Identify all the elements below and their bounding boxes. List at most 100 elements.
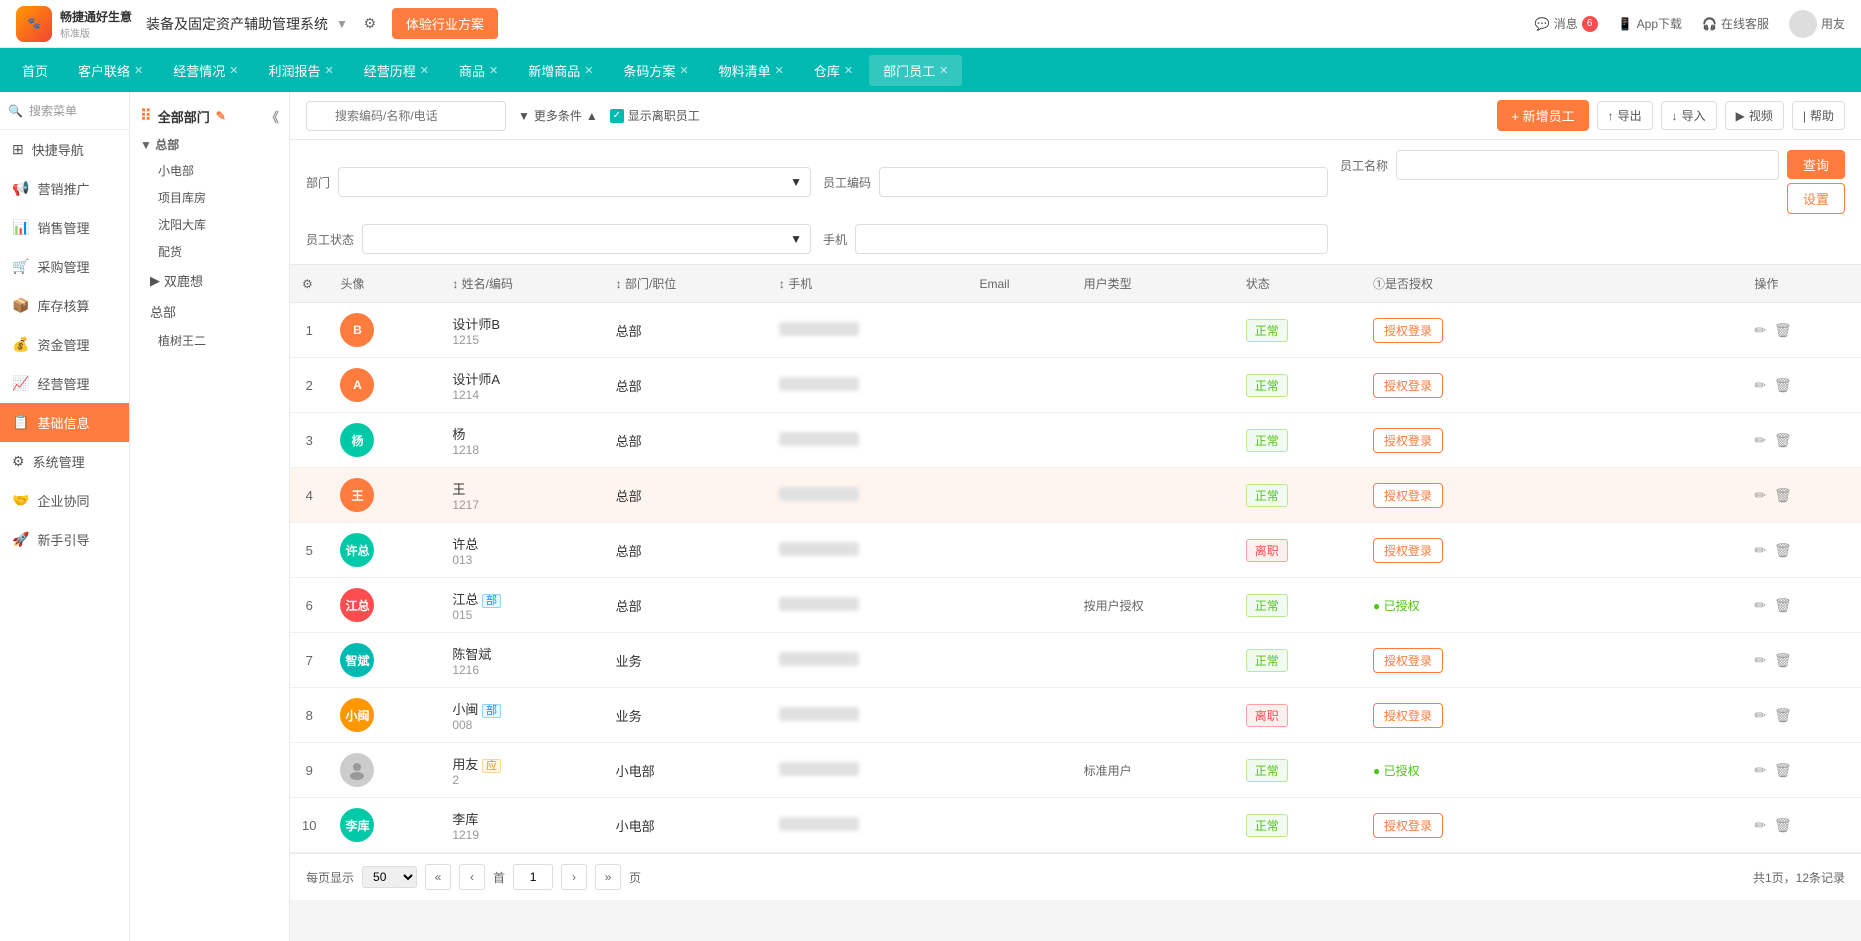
dept-item-zhishu[interactable]: 植树王二	[130, 327, 289, 354]
close-icon[interactable]: ✕	[134, 64, 143, 77]
edit-icon[interactable]: ✏	[1754, 322, 1766, 339]
search-button[interactable]: 查询	[1787, 150, 1845, 179]
close-icon[interactable]: ✕	[489, 64, 498, 77]
delete-icon[interactable]: 🗑	[1774, 542, 1792, 559]
edit-icon[interactable]: ✏	[1754, 817, 1766, 834]
tab-operation[interactable]: 经营情况 ✕	[159, 55, 252, 86]
emp-code-input[interactable]	[879, 167, 1328, 197]
online-service-button[interactable]: 🎧 在线客服	[1702, 15, 1769, 32]
close-icon[interactable]: ✕	[229, 64, 238, 77]
delete-icon[interactable]: 🗑	[1774, 377, 1792, 394]
sidebar-item-operation[interactable]: 📈 经营管理	[0, 364, 129, 403]
sidebar-item-inventory[interactable]: 📦 库存核算	[0, 286, 129, 325]
edit-icon[interactable]: ✏	[1754, 652, 1766, 669]
edit-icon[interactable]: ✏	[1754, 597, 1766, 614]
tab-home[interactable]: 首页	[8, 55, 62, 86]
search-input[interactable]	[306, 101, 506, 131]
dropdown-arrow-icon[interactable]: ▼	[336, 17, 348, 31]
export-button[interactable]: ↑ 导出	[1597, 101, 1653, 130]
tab-history[interactable]: 经营历程 ✕	[350, 55, 443, 86]
sidebar-item-collaboration[interactable]: 🤝 企业协同	[0, 481, 129, 520]
close-icon[interactable]: ✕	[679, 64, 688, 77]
auth-login-button[interactable]: 授权登录	[1373, 648, 1443, 673]
edit-icon[interactable]: ✏	[1754, 542, 1766, 559]
tab-warehouse[interactable]: 仓库 ✕	[800, 55, 867, 86]
sidebar-item-finance[interactable]: 💰 资金管理	[0, 325, 129, 364]
sidebar-item-shortcut[interactable]: ⊞ 快捷导航	[0, 130, 129, 169]
emp-status-select[interactable]: ▼	[362, 224, 811, 254]
dept-select[interactable]: ▼	[338, 167, 811, 197]
col-phone[interactable]: ↕ 手机	[767, 265, 968, 303]
delete-icon[interactable]: 🗑	[1774, 432, 1792, 449]
auth-login-button[interactable]: 授权登录	[1373, 703, 1443, 728]
emp-name-input[interactable]	[1396, 150, 1779, 180]
close-icon[interactable]: ✕	[775, 64, 784, 77]
sidebar-search[interactable]: 🔍 搜索菜单	[0, 92, 129, 130]
delete-icon[interactable]: 🗑	[1774, 817, 1792, 834]
close-icon[interactable]: ✕	[844, 64, 853, 77]
auth-login-button[interactable]: 授权登录	[1373, 538, 1443, 563]
tab-bom[interactable]: 物料清单 ✕	[705, 55, 798, 86]
tab-new-goods[interactable]: 新增商品 ✕	[514, 55, 607, 86]
edit-icon[interactable]: ✏	[1754, 762, 1766, 779]
delete-icon[interactable]: 🗑	[1774, 322, 1792, 339]
auth-login-button[interactable]: 授权登录	[1373, 373, 1443, 398]
tab-department[interactable]: 部门员工 ✕	[869, 55, 962, 86]
help-button[interactable]: | 帮助	[1792, 101, 1845, 130]
delete-icon[interactable]: 🗑	[1774, 487, 1792, 504]
sidebar-item-guide[interactable]: 🚀 新手引导	[0, 520, 129, 559]
tab-profit[interactable]: 利润报告 ✕	[254, 55, 347, 86]
auth-login-button[interactable]: 授权登录	[1373, 318, 1443, 343]
sidebar-item-system[interactable]: ⚙ 系统管理	[0, 442, 129, 481]
auth-login-button[interactable]: 授权登录	[1373, 428, 1443, 453]
import-button[interactable]: ↓ 导入	[1661, 101, 1717, 130]
gear-icon[interactable]: ⚙	[356, 10, 384, 38]
tab-customer[interactable]: 客户联络 ✕	[64, 55, 157, 86]
view-button[interactable]: ▶ 视频	[1725, 101, 1784, 130]
dept-item-shenyang[interactable]: 沈阳大库	[130, 211, 289, 238]
dept-item-xiaodian[interactable]: 小电部	[130, 157, 289, 184]
edit-icon[interactable]: ✏	[1754, 487, 1766, 504]
edit-icon[interactable]: ✏	[1754, 377, 1766, 394]
col-dept[interactable]: ↕ 部门/职位	[604, 265, 767, 303]
col-settings[interactable]: ⚙	[290, 265, 328, 303]
message-button[interactable]: 💬 消息 6	[1535, 15, 1598, 32]
close-icon[interactable]: ✕	[420, 64, 429, 77]
dept-item-shuang[interactable]: ▶ 双鹿想	[130, 265, 289, 296]
edit-icon[interactable]: ✏	[1754, 432, 1766, 449]
trial-button[interactable]: 体验行业方案	[392, 8, 498, 39]
phone-input[interactable]	[855, 224, 1328, 254]
tab-goods[interactable]: 商品 ✕	[445, 55, 512, 86]
delete-icon[interactable]: 🗑	[1774, 597, 1792, 614]
dept-item-distribution[interactable]: 配货	[130, 238, 289, 265]
user-menu[interactable]: 用友	[1789, 10, 1845, 38]
more-filter-button[interactable]: ▼ 更多条件 ▲	[518, 107, 598, 124]
edit-icon[interactable]: ✎	[216, 109, 226, 123]
dept-group-head[interactable]: ▼ 总部	[130, 132, 289, 157]
edit-icon[interactable]: ✏	[1754, 707, 1766, 724]
col-name[interactable]: ↕ 姓名/编码	[440, 265, 603, 303]
prev-page-button[interactable]: ‹	[459, 864, 485, 890]
close-icon[interactable]: ✕	[325, 64, 334, 77]
add-employee-button[interactable]: + 新增员工	[1497, 100, 1588, 131]
auth-login-button[interactable]: 授权登录	[1373, 483, 1443, 508]
next-page-button[interactable]: ›	[561, 864, 587, 890]
delete-icon[interactable]: 🗑	[1774, 652, 1792, 669]
set-button[interactable]: 设置	[1787, 183, 1845, 214]
dept-item-project[interactable]: 项目库房	[130, 184, 289, 211]
app-download-button[interactable]: 📱 App下载	[1618, 15, 1682, 32]
close-icon[interactable]: ✕	[584, 64, 593, 77]
page-number-input[interactable]	[513, 864, 553, 890]
sidebar-item-marketing[interactable]: 📢 营销推广	[0, 169, 129, 208]
close-icon[interactable]: ✕	[939, 64, 948, 77]
dept-item-head2[interactable]: 总部	[130, 296, 289, 327]
collapse-icon[interactable]: 《	[266, 107, 279, 126]
first-page-button[interactable]: «	[425, 864, 451, 890]
sidebar-item-purchase[interactable]: 🛒 采购管理	[0, 247, 129, 286]
delete-icon[interactable]: 🗑	[1774, 707, 1792, 724]
last-page-button[interactable]: »	[595, 864, 621, 890]
delete-icon[interactable]: 🗑	[1774, 762, 1792, 779]
sidebar-item-basic[interactable]: 📋 基础信息	[0, 403, 129, 442]
show-resigned-checkbox[interactable]: ✓ 显示离职员工	[610, 107, 700, 124]
page-size-select[interactable]: 50 20 100	[362, 866, 417, 888]
